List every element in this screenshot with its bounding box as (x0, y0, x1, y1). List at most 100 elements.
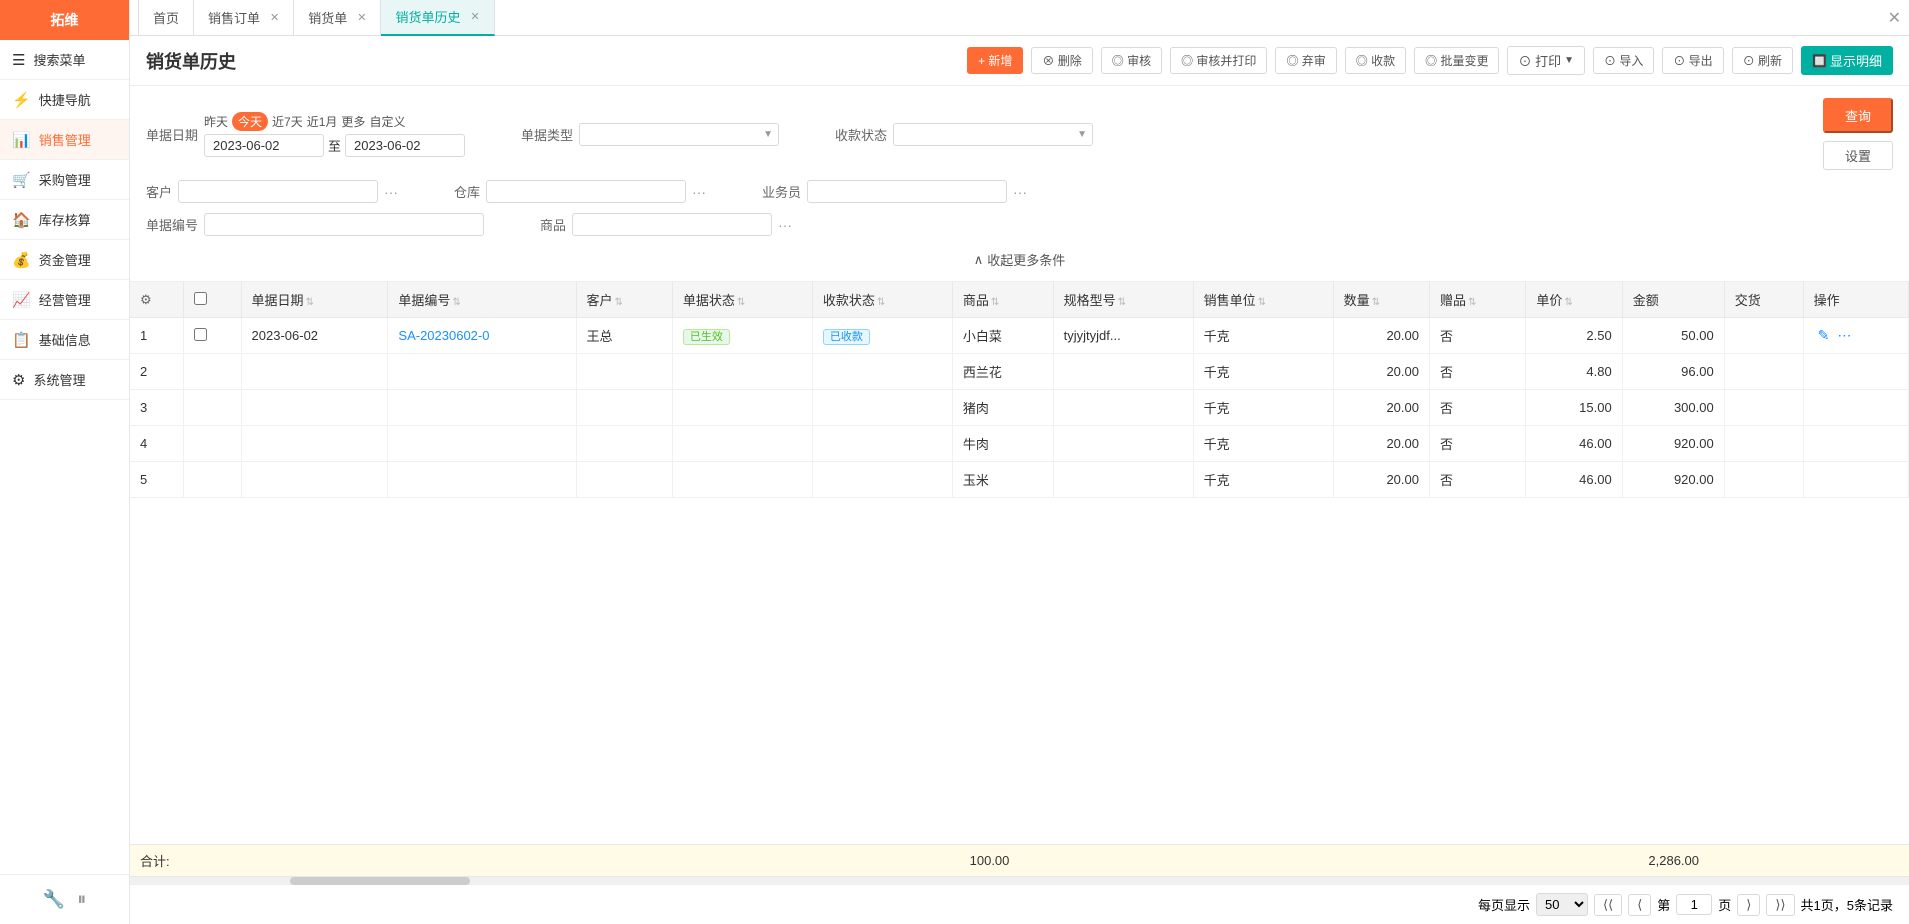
sidebar-item-purchase-mgmt[interactable]: 🛒 采购管理 (0, 160, 129, 200)
sidebar-item-label: 经营管理 (39, 290, 91, 309)
sidebar-item-base-info[interactable]: 📋 基础信息 (0, 320, 129, 360)
th-gear[interactable]: ⚙ (130, 282, 184, 318)
review-print-button[interactable]: ◎ 审核并打印 (1170, 47, 1267, 74)
tab-sales-goods-close[interactable]: ✕ (357, 11, 366, 24)
shortcut-more[interactable]: 更多 (341, 113, 365, 130)
sidebar-item-sales-mgmt[interactable]: 📊 销售管理 (0, 120, 129, 160)
review-button[interactable]: ◎ 审核 (1101, 47, 1162, 74)
toolbar: + 新增 ⊗ 删除 ◎ 审核 ◎ 审核并打印 ◎ 弃审 ◎ 收款 ◎ 批量变更 … (967, 46, 1893, 75)
payment-status-select[interactable] (893, 123, 1093, 146)
table-gear-icon[interactable]: ⚙ (140, 292, 152, 307)
tab-sales-goods[interactable]: 销货单 ✕ (294, 0, 381, 36)
th-qty[interactable]: 数量⇅ (1333, 282, 1429, 318)
tab-home[interactable]: 首页 (138, 0, 194, 36)
cell-customer (576, 390, 672, 426)
cell-check[interactable] (184, 426, 241, 462)
tab-sales-order-close[interactable]: ✕ (270, 11, 279, 24)
cell-amount: 920.00 (1622, 462, 1724, 498)
batch-change-button[interactable]: ◎ 批量变更 (1414, 47, 1499, 74)
th-payment-status[interactable]: 收款状态⇅ (812, 282, 952, 318)
th-unit-price[interactable]: 单价⇅ (1526, 282, 1622, 318)
cell-row-num: 1 (130, 318, 184, 354)
th-doc-date[interactable]: 单据日期⇅ (241, 282, 388, 318)
new-button[interactable]: + 新增 (967, 47, 1023, 74)
page-last-button[interactable]: ⟩⟩ (1766, 894, 1794, 916)
cell-payment-status (812, 462, 952, 498)
collect-button[interactable]: ◎ 收款 (1345, 47, 1406, 74)
customer-ellipsis[interactable]: ··· (384, 184, 398, 200)
th-unit-price-label: 单价 (1536, 293, 1562, 308)
date-to-input[interactable] (345, 134, 465, 157)
th-check[interactable] (184, 282, 241, 318)
warehouse-ellipsis[interactable]: ··· (692, 184, 706, 200)
doc-no-link[interactable]: SA-20230602-0 (398, 328, 489, 343)
customer-input[interactable] (178, 180, 378, 203)
query-button[interactable]: 查询 (1823, 98, 1893, 133)
th-goods[interactable]: 商品⇅ (952, 282, 1053, 318)
th-gift[interactable]: 赠品⇅ (1429, 282, 1525, 318)
doc-type-select[interactable] (579, 123, 779, 146)
page-next-button[interactable]: ⟩ (1737, 894, 1760, 916)
shortcut-7days[interactable]: 近7天 (272, 113, 303, 130)
cell-gift: 否 (1429, 462, 1525, 498)
tab-sales-goods-history-close[interactable]: ✕ (471, 10, 480, 23)
cell-check[interactable] (184, 318, 241, 354)
export-button[interactable]: ⊙ 导出 (1662, 47, 1723, 74)
delete-button[interactable]: ⊗ 删除 (1031, 47, 1092, 74)
action-edit-btn[interactable]: ✎ (1814, 327, 1834, 344)
sidebar-settings-icon[interactable]: 🔧 (43, 889, 65, 910)
goods-ellipsis[interactable]: ··· (778, 217, 792, 233)
sidebar-item-label: 搜索菜单 (33, 50, 85, 69)
doc-no-input[interactable] (204, 213, 484, 236)
import-button[interactable]: ⊙ 导入 (1593, 47, 1654, 74)
horizontal-scrollbar[interactable] (130, 876, 1909, 884)
cell-check[interactable] (184, 462, 241, 498)
page-prev-button[interactable]: ⟨ (1628, 894, 1651, 916)
row-checkbox[interactable] (194, 328, 207, 341)
check-all[interactable] (194, 292, 207, 305)
abandon-button[interactable]: ◎ 弃审 (1275, 47, 1336, 74)
date-from-input[interactable] (204, 134, 324, 157)
th-customer[interactable]: 客户⇅ (576, 282, 672, 318)
page-first-button[interactable]: ⟨⟨ (1594, 894, 1622, 916)
scrollbar-thumb[interactable] (290, 877, 470, 885)
tab-sales-order[interactable]: 销售订单 ✕ (194, 0, 294, 36)
shortcut-today[interactable]: 今天 (232, 112, 268, 131)
shortcut-1month[interactable]: 近1月 (307, 113, 338, 130)
sidebar-item-search-menu[interactable]: ☰ 搜索菜单 (0, 40, 129, 80)
warehouse-input[interactable] (486, 180, 686, 203)
tab-sales-goods-history[interactable]: 销货单历史 ✕ (381, 0, 494, 36)
cell-goods: 西兰花 (952, 354, 1053, 390)
goods-input[interactable] (572, 213, 772, 236)
th-spec[interactable]: 规格型号⇅ (1053, 282, 1193, 318)
cell-doc-date (241, 462, 388, 498)
sidebar-item-inventory[interactable]: 🏠 库存核算 (0, 200, 129, 240)
shortcut-yesterday[interactable]: 昨天 (204, 113, 228, 130)
sort-icon-gift: ⇅ (1468, 297, 1476, 308)
action-more-btn[interactable]: ⋯ (1833, 327, 1855, 344)
print-dropdown-icon[interactable]: ▼ (1564, 55, 1574, 66)
cell-check[interactable] (184, 354, 241, 390)
sidebar-item-label: 快捷导航 (39, 90, 91, 109)
sidebar-collapse-icon[interactable]: ⏸ (77, 889, 86, 910)
th-doc-status[interactable]: 单据状态⇅ (672, 282, 812, 318)
cell-check[interactable] (184, 390, 241, 426)
filter-settings-button[interactable]: 设置 (1823, 141, 1893, 170)
sidebar-item-quick-nav[interactable]: ⚡ 快捷导航 (0, 80, 129, 120)
print-button[interactable]: ⊙ 打印 ▼ (1507, 46, 1585, 75)
refresh-button[interactable]: ⊙ 刷新 (1732, 47, 1793, 74)
tab-close-all[interactable]: ✕ (1888, 8, 1901, 28)
collapse-button[interactable]: ∧ 收起更多条件 (146, 246, 1893, 273)
salesperson-input[interactable] (807, 180, 1007, 203)
page-input[interactable] (1676, 894, 1712, 915)
show-details-button[interactable]: 🔲 显示明细 (1801, 46, 1893, 75)
th-doc-no[interactable]: 单据编号⇅ (388, 282, 576, 318)
salesperson-ellipsis[interactable]: ··· (1013, 184, 1027, 200)
th-unit[interactable]: 销售单位⇅ (1193, 282, 1333, 318)
sidebar-item-system-mgmt[interactable]: ⚙ 系统管理 (0, 360, 129, 400)
sidebar-item-finance[interactable]: 💰 资金管理 (0, 240, 129, 280)
shortcut-custom[interactable]: 自定义 (369, 113, 405, 130)
sidebar-item-operations[interactable]: 📈 经营管理 (0, 280, 129, 320)
per-page-select[interactable]: 50 100 200 (1536, 893, 1588, 916)
th-unit-label: 销售单位 (1204, 293, 1256, 308)
